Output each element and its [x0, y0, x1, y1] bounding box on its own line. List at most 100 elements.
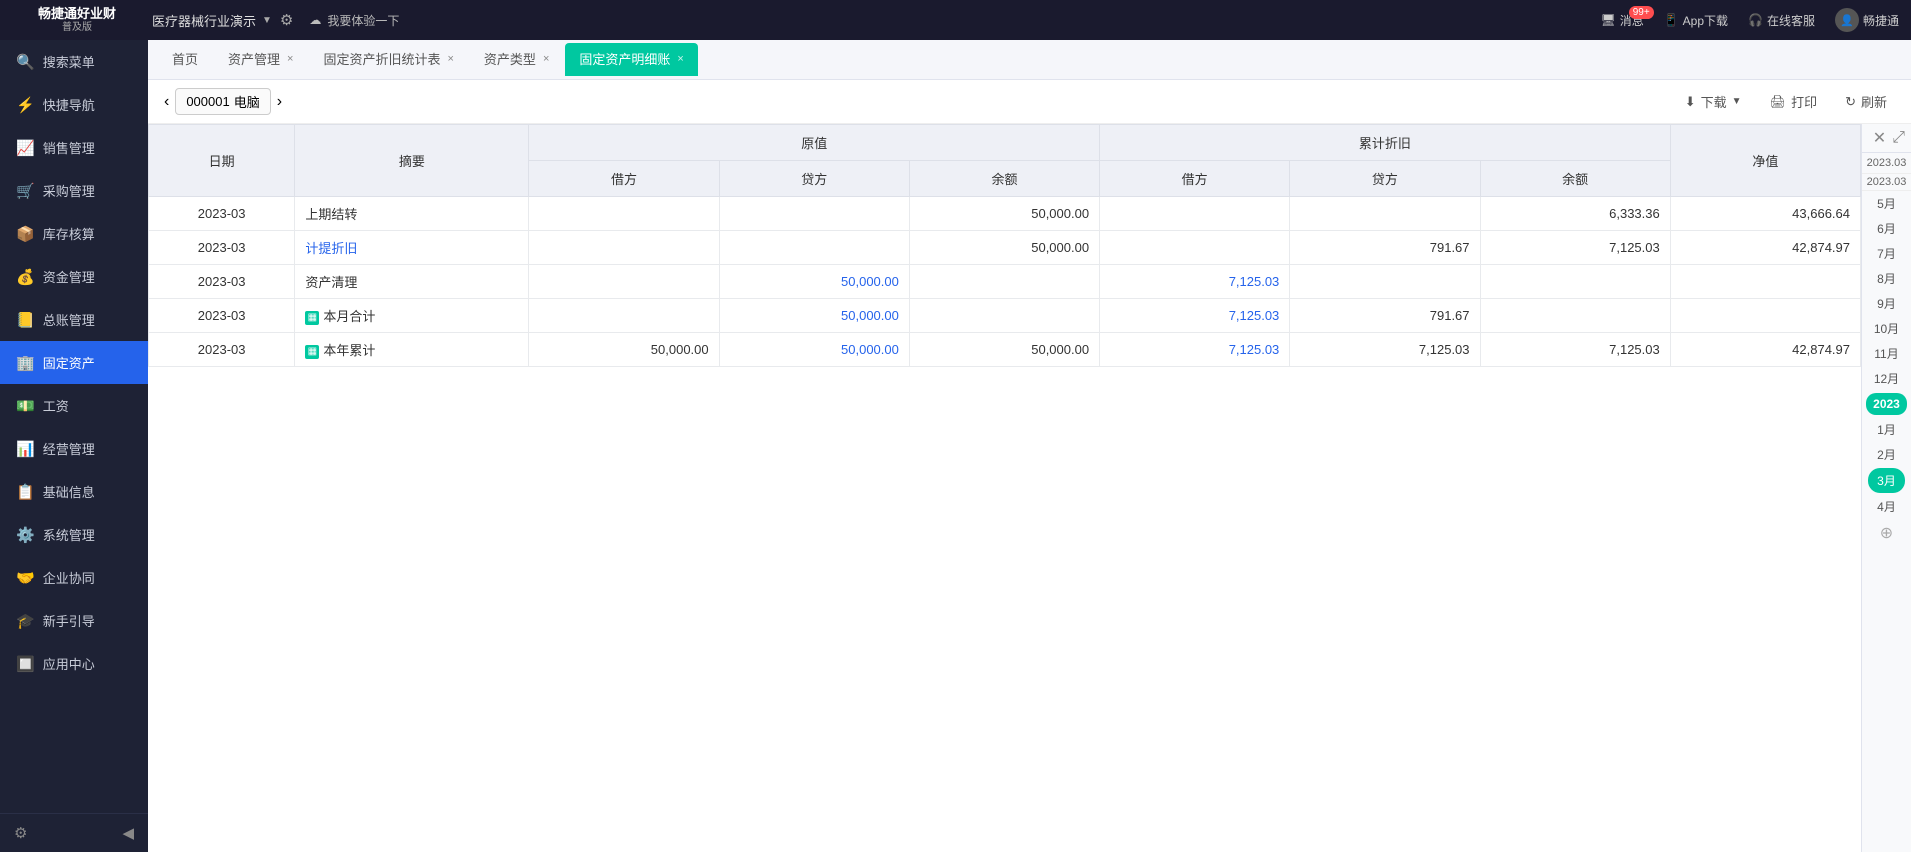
nav-prev-icon[interactable]: ‹ [164, 93, 169, 111]
cell-summary[interactable]: 计提折旧 [295, 231, 529, 265]
top-header: 畅捷通好业财 普及版 医疗器械行业演示 ▼ ⚙ ☁ 我要体验一下 🖥 消息 99… [0, 0, 1911, 40]
timeline-month-4[interactable]: 4月 [1862, 494, 1911, 519]
cell-date: 2023-03 [149, 197, 295, 231]
tab-asset-type[interactable]: 资产类型 × [470, 43, 563, 76]
timeline-month-6[interactable]: 6月 [1862, 216, 1911, 241]
sidebar-item-payroll[interactable]: 💵 工资 [0, 384, 148, 427]
cell-summary: ▦本月合计 [295, 299, 529, 333]
company-name: 医疗器械行业演示 [152, 11, 256, 30]
cell-orig-balance: 50,000.00 [909, 197, 1099, 231]
close-panel-icon[interactable]: ✕ [1873, 128, 1886, 148]
timeline-month-3[interactable]: 3月 [1868, 468, 1905, 493]
sidebar-item-operations[interactable]: 📊 经营管理 [0, 427, 148, 470]
table-container[interactable]: 日期 摘要 原值 累计折旧 净值 借方 贷方 余额 借方 [148, 124, 1861, 852]
sidebar-item-guide[interactable]: 🎓 新手引导 [0, 599, 148, 642]
sidebar-label-guide: 新手引导 [43, 611, 95, 630]
sidebar-item-cooperation[interactable]: 🤝 企业协同 [0, 556, 148, 599]
subtotal-icon: ▦ [305, 311, 319, 325]
notifications-item[interactable]: 🖥 消息 99+ [1600, 12, 1643, 29]
timeline-header-date2: 2023.03 [1862, 174, 1911, 191]
cell-net-value: 43,666.64 [1670, 197, 1860, 231]
print-button[interactable]: 🖨 打印 [1762, 88, 1826, 115]
cell-orig-balance [909, 265, 1099, 299]
cooperation-icon: 🤝 [16, 569, 35, 587]
sidebar-label-app-center: 应用中心 [43, 654, 95, 673]
cell-dep-balance [1480, 265, 1670, 299]
sub-header: ‹ 000001 电脑 › ⬇ 下载 ▼ 🖨 打印 ↻ [148, 80, 1911, 124]
th-date: 日期 [149, 125, 295, 197]
cell-dep-debit [1100, 197, 1290, 231]
right-panel: ✕ ⤢ 2023.03 2023.03 5月 6月 7月 8月 9月 10月 1… [1861, 124, 1911, 852]
sidebar-label-search: 搜索菜单 [43, 52, 95, 71]
th-dep-debit: 借方 [1100, 161, 1290, 197]
cell-date: 2023-03 [149, 265, 295, 299]
payroll-icon: 💵 [16, 397, 35, 415]
timeline-month-2[interactable]: 2月 [1862, 442, 1911, 467]
timeline-scroll-down-icon[interactable]: ⊕ [1862, 519, 1911, 547]
cell-orig-debit [529, 197, 719, 231]
collapse-icon[interactable]: ◀ [122, 824, 134, 842]
asset-name: 电脑 [234, 92, 260, 111]
tab-depreciation-stats[interactable]: 固定资产折旧统计表 × [309, 43, 467, 76]
tab-close-asset-type[interactable]: × [543, 53, 549, 65]
sidebar-item-app-center[interactable]: 🔲 应用中心 [0, 642, 148, 685]
settings-icon[interactable]: ⚙ [280, 11, 293, 29]
expand-panel-icon[interactable]: ⤢ [1892, 129, 1905, 147]
table-row: 2023-03 ▦本月合计 50,000.00 7,125.03 791.67 [149, 299, 1861, 333]
table-row: 2023-03 资产清理 50,000.00 7,125.03 [149, 265, 1861, 299]
sidebar-item-purchase[interactable]: 🛒 采购管理 [0, 169, 148, 212]
experience-button[interactable]: ☁ 我要体验一下 [309, 12, 399, 29]
sidebar-label-inventory: 库存核算 [43, 224, 95, 243]
download-button[interactable]: ⬇ 下载 ▼ [1677, 88, 1750, 115]
tab-asset-detail[interactable]: 固定资产明细账 × [565, 43, 697, 76]
timeline-month-9[interactable]: 9月 [1862, 291, 1911, 316]
cell-orig-debit: 50,000.00 [529, 333, 719, 367]
tab-home[interactable]: 首页 [158, 43, 212, 76]
sidebar-label-operations: 经营管理 [43, 439, 95, 458]
cell-dep-credit [1290, 197, 1480, 231]
tab-asset-mgmt[interactable]: 资产管理 × [214, 43, 307, 76]
timeline-month-11[interactable]: 11月 [1862, 341, 1911, 366]
sidebar-label-payroll: 工资 [43, 396, 69, 415]
timeline-month-12[interactable]: 12月 [1862, 366, 1911, 391]
sidebar-label-cooperation: 企业协同 [43, 568, 95, 587]
timeline-month-7[interactable]: 7月 [1862, 241, 1911, 266]
tab-close-depreciation-stats[interactable]: × [447, 53, 453, 65]
main-layout: 🔍 搜索菜单 ⚡ 快捷导航 📈 销售管理 🛒 采购管理 📦 库存核算 💰 资金管… [0, 40, 1911, 852]
sidebar-item-basic-info[interactable]: 📋 基础信息 [0, 470, 148, 513]
timeline-month-10[interactable]: 10月 [1862, 316, 1911, 341]
cell-dep-debit [1100, 231, 1290, 265]
th-summary: 摘要 [295, 125, 529, 197]
tab-close-asset-mgmt[interactable]: × [287, 53, 293, 65]
timeline-month-5[interactable]: 5月 [1862, 191, 1911, 216]
timeline-month-8[interactable]: 8月 [1862, 266, 1911, 291]
nav-area: ‹ 000001 电脑 › [164, 88, 282, 115]
timeline-current-year[interactable]: 2023 [1866, 393, 1907, 415]
sidebar-item-sales[interactable]: 📈 销售管理 [0, 126, 148, 169]
cell-dep-balance [1480, 299, 1670, 333]
cell-orig-credit [719, 231, 909, 265]
cell-dep-debit: 7,125.03 [1100, 299, 1290, 333]
sidebar-item-ledger[interactable]: 📒 总账管理 [0, 298, 148, 341]
tab-close-asset-detail[interactable]: × [677, 53, 683, 65]
quick-nav-icon: ⚡ [16, 96, 35, 114]
download-icon: ⬇ [1685, 94, 1696, 110]
sidebar-item-system[interactable]: ⚙️ 系统管理 [0, 513, 148, 556]
cell-orig-debit [529, 231, 719, 265]
main-content: 日期 摘要 原值 累计折旧 净值 借方 贷方 余额 借方 [148, 124, 1861, 852]
company-selector[interactable]: 医疗器械行业演示 ▼ [152, 11, 272, 30]
gear-icon[interactable]: ⚙ [14, 824, 27, 842]
customer-service-item[interactable]: 🎧 在线客服 [1748, 12, 1815, 29]
timeline-month-1[interactable]: 1月 [1862, 417, 1911, 442]
app-download-item[interactable]: 📱 App下载 [1664, 12, 1728, 29]
sidebar-item-inventory[interactable]: 📦 库存核算 [0, 212, 148, 255]
sidebar-item-fixed-assets[interactable]: 🏢 固定资产 [0, 341, 148, 384]
cell-dep-balance: 6,333.36 [1480, 197, 1670, 231]
sidebar-item-search[interactable]: 🔍 搜索菜单 [0, 40, 148, 83]
nav-next-icon[interactable]: › [277, 93, 282, 111]
sidebar-item-finance[interactable]: 💰 资金管理 [0, 255, 148, 298]
table-row: 2023-03 ▦本年累计 50,000.00 50,000.00 50,000… [149, 333, 1861, 367]
sidebar-item-quick-nav[interactable]: ⚡ 快捷导航 [0, 83, 148, 126]
user-item[interactable]: 👤 畅捷通 [1835, 8, 1899, 32]
refresh-button[interactable]: ↻ 刷新 [1837, 88, 1895, 115]
